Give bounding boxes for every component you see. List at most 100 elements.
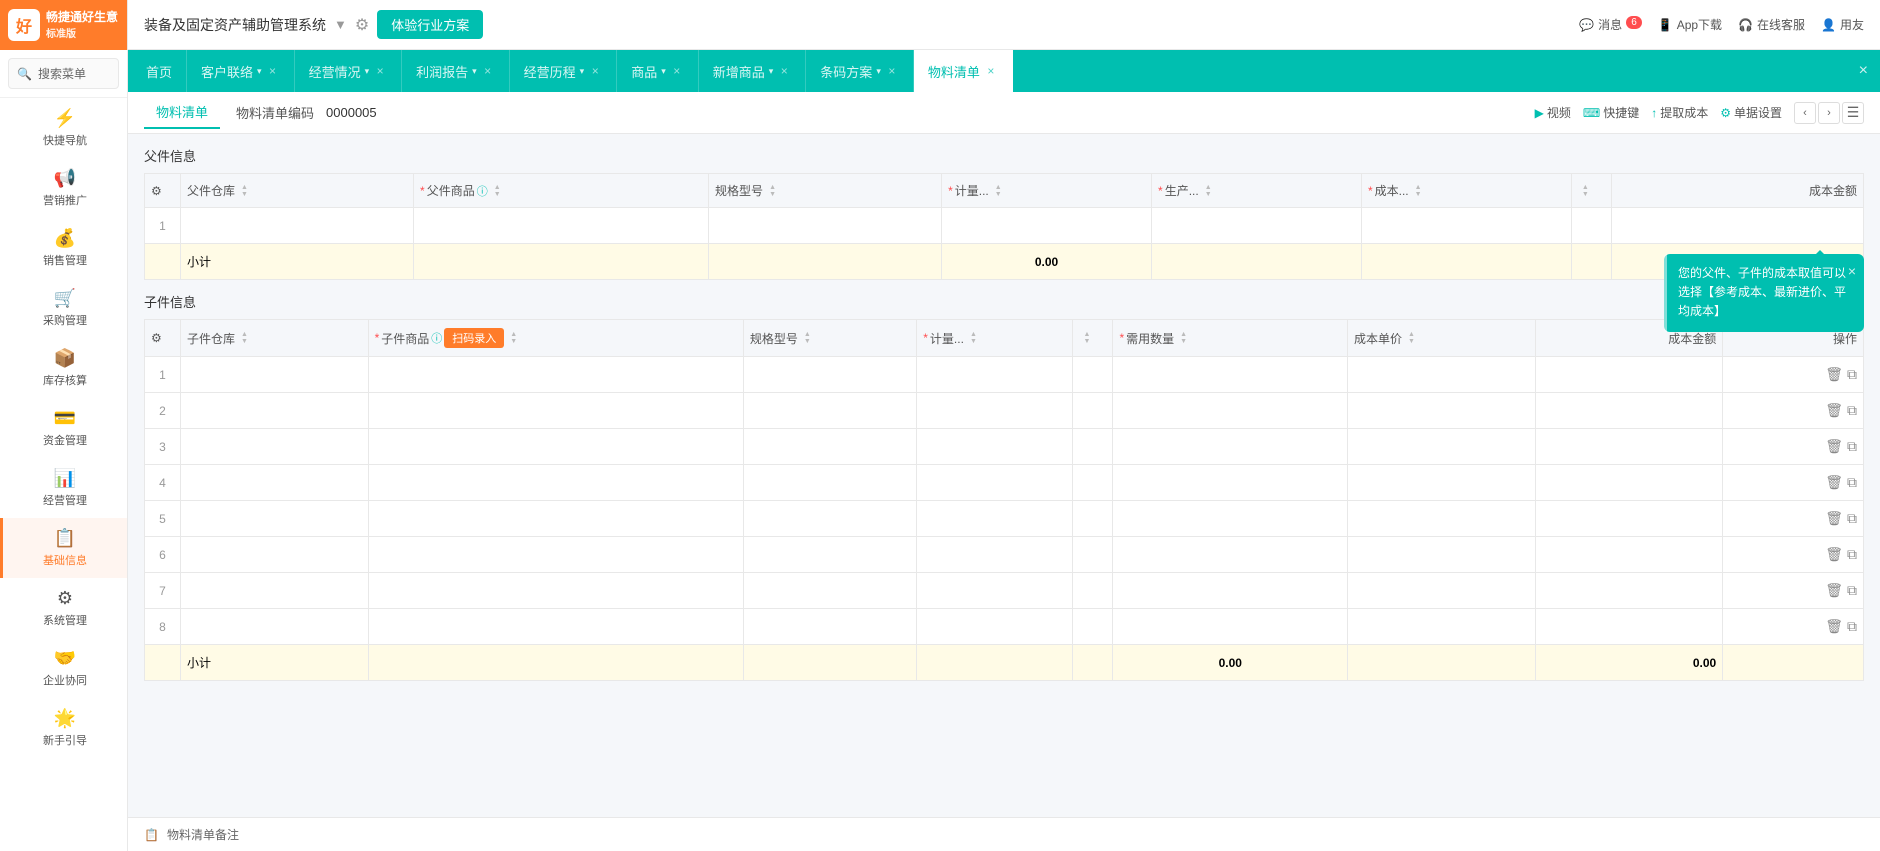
gear-icon[interactable]: ⚙ bbox=[355, 15, 369, 35]
parent-col-settings[interactable]: ⚙ bbox=[145, 174, 181, 208]
tab-customer[interactable]: 客户联络 ▾ × bbox=[187, 50, 295, 92]
scan-input-btn[interactable]: 扫码录入 bbox=[444, 328, 504, 348]
sidebar-item-marketing[interactable]: 📢 营销推广 bbox=[0, 158, 127, 218]
child-cell-unit[interactable] bbox=[917, 609, 1073, 645]
delete-icon[interactable]: 🗑 bbox=[1825, 582, 1843, 599]
parent-cell-warehouse[interactable] bbox=[181, 208, 414, 244]
view-video-btn[interactable]: ▶ 视频 bbox=[1535, 104, 1571, 121]
sidebar-item-purchase[interactable]: 🛒 采购管理 bbox=[0, 278, 127, 338]
child-cell-qty[interactable] bbox=[1113, 465, 1348, 501]
sort-icon[interactable]: ▲▼ bbox=[1205, 184, 1212, 198]
sidebar-item-inventory[interactable]: 📦 库存核算 bbox=[0, 338, 127, 398]
child-cell-goods[interactable] bbox=[368, 609, 743, 645]
sidebar-item-sales[interactable]: 💰 销售管理 bbox=[0, 218, 127, 278]
tab-bom-close[interactable]: × bbox=[984, 64, 998, 78]
child-cell-spec[interactable] bbox=[743, 573, 916, 609]
child-cell-warehouse[interactable] bbox=[181, 537, 369, 573]
child-cell-unit[interactable] bbox=[917, 393, 1073, 429]
tab-customer-close[interactable]: × bbox=[266, 64, 280, 78]
single-settings-btn[interactable]: ⚙ 单据设置 bbox=[1720, 104, 1782, 121]
sort-icon[interactable]: ▲▼ bbox=[769, 184, 776, 198]
nav-close-all-btn[interactable]: × bbox=[1851, 62, 1876, 80]
parent-cell-goods[interactable] bbox=[414, 208, 709, 244]
sort-icon[interactable]: ▲▼ bbox=[1415, 184, 1422, 198]
parent-cell-cost[interactable] bbox=[1361, 208, 1571, 244]
child-cell-spec[interactable] bbox=[743, 537, 916, 573]
child-cell-unit[interactable] bbox=[917, 501, 1073, 537]
delete-icon[interactable]: 🗑 bbox=[1825, 618, 1843, 635]
messages-btn[interactable]: 💬 消息 6 bbox=[1579, 16, 1642, 33]
sort-icon[interactable]: ▲▼ bbox=[1582, 184, 1589, 198]
child-cell-qty[interactable] bbox=[1113, 609, 1348, 645]
child-cell-unit-cost[interactable] bbox=[1348, 537, 1536, 573]
sort-icon[interactable]: ▲▼ bbox=[1408, 331, 1415, 345]
child-cell-qty[interactable] bbox=[1113, 357, 1348, 393]
menu-expand-btn[interactable]: ☰ bbox=[1842, 102, 1864, 124]
delete-icon[interactable]: 🗑 bbox=[1825, 510, 1843, 527]
child-cell-goods[interactable] bbox=[368, 393, 743, 429]
copy-icon[interactable]: ⧉ bbox=[1847, 510, 1857, 527]
tab-new-goods[interactable]: 新增商品 ▾ × bbox=[699, 50, 807, 92]
child-cell-warehouse[interactable] bbox=[181, 501, 369, 537]
child-cell-unit-cost[interactable] bbox=[1348, 429, 1536, 465]
sidebar-item-finance[interactable]: 💳 资金管理 bbox=[0, 398, 127, 458]
online-service-btn[interactable]: 🎧 在线客服 bbox=[1738, 16, 1805, 33]
child-cell-warehouse[interactable] bbox=[181, 465, 369, 501]
child-cell-unit-cost[interactable] bbox=[1348, 609, 1536, 645]
dropdown-icon[interactable]: ▼ bbox=[334, 17, 347, 32]
copy-icon[interactable]: ⧉ bbox=[1847, 618, 1857, 635]
child-col-settings[interactable]: ⚙ bbox=[145, 320, 181, 357]
tab-operations[interactable]: 经营情况 ▾ × bbox=[295, 50, 403, 92]
sort-icon[interactable]: ▲▼ bbox=[241, 331, 248, 345]
parent-cell-unit[interactable] bbox=[942, 208, 1152, 244]
copy-icon[interactable]: ⧉ bbox=[1847, 366, 1857, 383]
sort-icon[interactable]: ▲▼ bbox=[1083, 331, 1090, 345]
child-cell-warehouse[interactable] bbox=[181, 429, 369, 465]
child-cell-unit-cost[interactable] bbox=[1348, 465, 1536, 501]
copy-icon[interactable]: ⧉ bbox=[1847, 438, 1857, 455]
child-cell-spec[interactable] bbox=[743, 429, 916, 465]
tab-bom[interactable]: 物料清单 × bbox=[914, 50, 1013, 92]
sidebar-item-cooperation[interactable]: 🤝 企业协同 bbox=[0, 638, 127, 698]
tab-profit[interactable]: 利润报告 ▾ × bbox=[402, 50, 510, 92]
sort-icon[interactable]: ▲▼ bbox=[241, 184, 248, 198]
child-cell-qty[interactable] bbox=[1113, 501, 1348, 537]
search-menu-button[interactable]: 🔍 搜索菜单 bbox=[8, 58, 119, 89]
child-cell-unit-cost[interactable] bbox=[1348, 573, 1536, 609]
child-cell-spec[interactable] bbox=[743, 465, 916, 501]
shortcut-btn[interactable]: ⌨ 快捷键 bbox=[1583, 104, 1639, 121]
child-cell-unit-cost[interactable] bbox=[1348, 357, 1536, 393]
child-cell-spec[interactable] bbox=[743, 393, 916, 429]
sidebar-item-system[interactable]: ⚙ 系统管理 bbox=[0, 578, 127, 638]
child-cell-unit[interactable] bbox=[917, 357, 1073, 393]
copy-icon[interactable]: ⧉ bbox=[1847, 402, 1857, 419]
child-cell-spec[interactable] bbox=[743, 609, 916, 645]
sub-tab-bom-list[interactable]: 物料清单 bbox=[144, 96, 220, 129]
tab-barcode[interactable]: 条码方案 ▾ × bbox=[806, 50, 914, 92]
extract-cost-btn[interactable]: ↑ 提取成本 bbox=[1651, 104, 1708, 121]
user-btn[interactable]: 👤 用友 bbox=[1821, 16, 1864, 33]
parent-cell-production[interactable] bbox=[1152, 208, 1362, 244]
sort-icon[interactable]: ▲▼ bbox=[494, 184, 501, 198]
sort-icon[interactable]: ▲▼ bbox=[804, 331, 811, 345]
child-cell-goods[interactable] bbox=[368, 501, 743, 537]
child-cell-spec[interactable] bbox=[743, 501, 916, 537]
child-cell-qty[interactable] bbox=[1113, 573, 1348, 609]
copy-icon[interactable]: ⧉ bbox=[1847, 474, 1857, 491]
child-cell-unit[interactable] bbox=[917, 537, 1073, 573]
child-cell-warehouse[interactable] bbox=[181, 573, 369, 609]
sidebar-item-guide[interactable]: 🌟 新手引导 bbox=[0, 698, 127, 758]
child-cell-goods[interactable] bbox=[368, 357, 743, 393]
child-cell-unit[interactable] bbox=[917, 573, 1073, 609]
parent-cell-spec[interactable] bbox=[709, 208, 942, 244]
sidebar-item-operations[interactable]: 📊 经营管理 bbox=[0, 458, 127, 518]
delete-icon[interactable]: 🗑 bbox=[1825, 402, 1843, 419]
child-cell-goods[interactable] bbox=[368, 537, 743, 573]
delete-icon[interactable]: 🗑 bbox=[1825, 474, 1843, 491]
tab-history[interactable]: 经营历程 ▾ × bbox=[510, 50, 618, 92]
child-cell-unit[interactable] bbox=[917, 429, 1073, 465]
child-cell-goods[interactable] bbox=[368, 429, 743, 465]
child-cell-warehouse[interactable] bbox=[181, 609, 369, 645]
prev-btn[interactable]: ‹ bbox=[1794, 102, 1816, 124]
child-cell-unit-cost[interactable] bbox=[1348, 393, 1536, 429]
